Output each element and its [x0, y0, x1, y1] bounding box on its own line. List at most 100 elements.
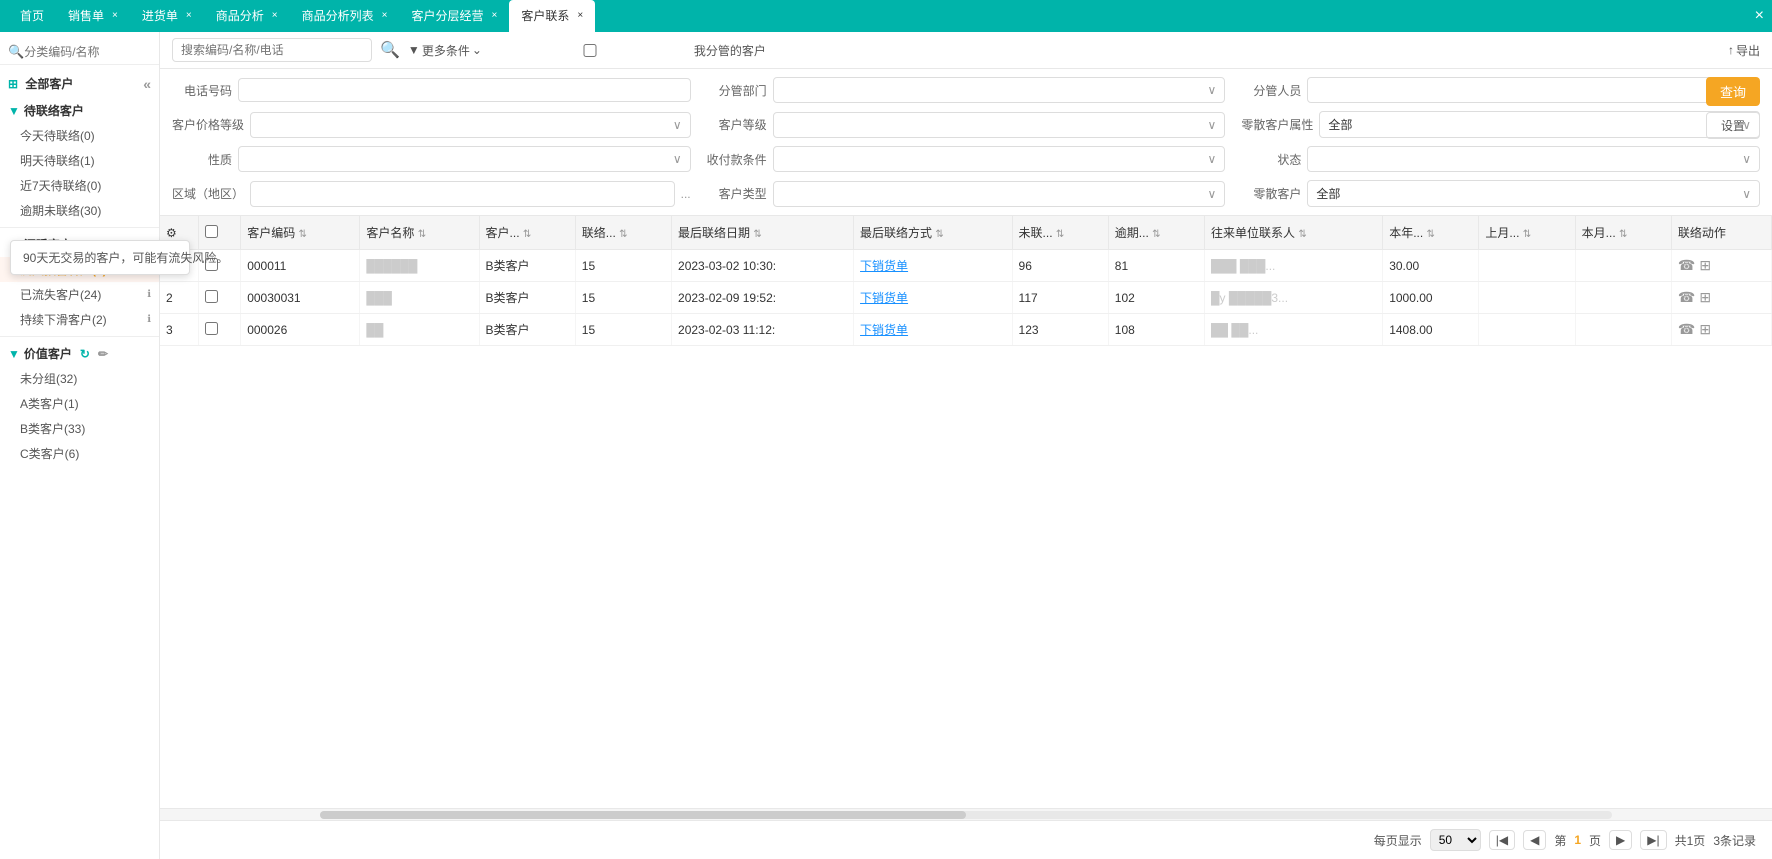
sidebar-item-today[interactable]: 今天待联络(0): [0, 123, 159, 148]
customer-type-select[interactable]: ∨: [773, 181, 1226, 207]
last-page-button[interactable]: ▶|: [1640, 830, 1666, 850]
nature-select[interactable]: ∨: [238, 146, 691, 172]
th-customer-type[interactable]: 客户... ⇅: [479, 216, 575, 250]
close-analysis-list-tab[interactable]: ×: [382, 0, 388, 32]
nav-purchase[interactable]: 进货单 ×: [130, 0, 204, 32]
sidebar-item-tomorrow[interactable]: 明天待联络(1): [0, 148, 159, 173]
more-conditions-button[interactable]: ▼ 更多条件 ⌄: [408, 42, 482, 59]
sidebar-search-icon: 🔍: [8, 44, 24, 60]
person-select[interactable]: [1307, 77, 1744, 103]
status-select[interactable]: ∨: [1307, 146, 1760, 172]
filter-payment: 收付款条件 ∨: [707, 146, 1226, 172]
region-select[interactable]: [250, 181, 675, 207]
dept-select[interactable]: ∨: [773, 77, 1226, 103]
th-customer-name[interactable]: 客户名称 ⇅: [360, 216, 479, 250]
close-sales-tab[interactable]: ×: [112, 0, 118, 32]
phone-input[interactable]: [238, 78, 691, 102]
settings-button[interactable]: 设置: [1706, 112, 1760, 139]
query-button[interactable]: 查询: [1706, 77, 1760, 106]
filter-customer-tier: 客户等级 ∨: [707, 112, 1226, 138]
nav-customer-tier[interactable]: 客户分层经营 ×: [399, 0, 509, 32]
prev-page-button[interactable]: ◀: [1523, 830, 1546, 850]
row-last-month-2: [1479, 314, 1575, 346]
sidebar-section-value[interactable]: ▼ 价值客户 ↻ ✏: [0, 341, 159, 366]
sidebar-item-overdue-contact[interactable]: 逾期未联络(30): [0, 198, 159, 223]
action-more-icon-2[interactable]: ⊞: [1699, 321, 1711, 338]
th-contact-count[interactable]: 联络... ⇅: [575, 216, 671, 250]
th-uncontacted[interactable]: 未联... ⇅: [1012, 216, 1108, 250]
th-overdue[interactable]: 逾期... ⇅: [1108, 216, 1204, 250]
nav-sales[interactable]: 销售单 ×: [56, 0, 130, 32]
th-customer-code[interactable]: 客户编码 ⇅: [241, 216, 360, 250]
row-name-2: ██: [360, 314, 479, 346]
search-input[interactable]: [172, 38, 372, 62]
sidebar-item-churned[interactable]: 已流失客户(24) ℹ: [0, 282, 159, 307]
sidebar-section-pending[interactable]: ▼ 待联络客户: [0, 98, 159, 123]
row-contacts-1: █y █████3...: [1205, 282, 1383, 314]
th-checkbox: [198, 216, 241, 250]
action-more-icon-1[interactable]: ⊞: [1699, 289, 1711, 306]
filter-price-tier: 客户价格等级 ∨: [172, 112, 691, 138]
refresh-icon[interactable]: ↻: [80, 347, 90, 361]
per-page-select[interactable]: 50 100 200: [1430, 829, 1481, 851]
arrow-icon-3: ▼: [8, 347, 20, 361]
close-customer-tier-tab[interactable]: ×: [491, 0, 497, 32]
row-select-2[interactable]: [205, 322, 218, 335]
action-contact-icon-2[interactable]: ☎: [1678, 321, 1695, 338]
last-method-link-2[interactable]: 下销货单: [860, 323, 908, 337]
next-page-button[interactable]: ▶: [1609, 830, 1632, 850]
sidebar-item-7days[interactable]: 近7天待联络(0): [0, 173, 159, 198]
close-analysis-tab[interactable]: ×: [272, 0, 278, 32]
close-customer-contact-tab[interactable]: ×: [577, 0, 583, 32]
th-last-month[interactable]: 上月... ⇅: [1479, 216, 1575, 250]
my-customers-checkbox[interactable]: [490, 44, 690, 57]
row-this-year-1: 1000.00: [1383, 282, 1479, 314]
payment-select[interactable]: ∨: [773, 146, 1226, 172]
sidebar-item-declining[interactable]: 持续下滑客户(2) ℹ: [0, 307, 159, 332]
nav-customer-contact[interactable]: 客户联系 ×: [509, 0, 595, 32]
customer-tier-select[interactable]: ∨: [773, 112, 1226, 138]
row-select-1[interactable]: [205, 290, 218, 303]
row-index-1: 2: [160, 282, 198, 314]
window-close-button[interactable]: ×: [1755, 7, 1764, 25]
action-contact-icon-0[interactable]: ☎: [1678, 257, 1695, 274]
export-button[interactable]: ↑ 导出: [1728, 42, 1760, 59]
scattered-attr-select[interactable]: 全部 ∨: [1319, 111, 1760, 138]
select-all-checkbox[interactable]: [205, 225, 218, 238]
nav-home[interactable]: 首页: [8, 0, 56, 32]
scrollbar-track: [320, 811, 1612, 819]
table-header-row: ⚙ 客户编码 ⇅ 客户名称 ⇅ 客户... ⇅ 联络... ⇅ 最后联络日期 ⇅…: [160, 216, 1772, 250]
search-button[interactable]: 🔍: [380, 40, 400, 60]
sidebar-search-input[interactable]: [24, 45, 160, 59]
last-method-link-0[interactable]: 下销货单: [860, 259, 908, 273]
region-dots[interactable]: ...: [681, 187, 691, 201]
horizontal-scrollbar[interactable]: [160, 808, 1772, 820]
dept-arrow-icon: ∨: [1208, 83, 1217, 97]
th-contacts[interactable]: 往来单位联系人 ⇅: [1205, 216, 1383, 250]
arrow-icon: ▼: [8, 104, 20, 118]
first-page-button[interactable]: |◀: [1489, 830, 1515, 850]
last-method-link-1[interactable]: 下销货单: [860, 291, 908, 305]
edit-icon[interactable]: ✏: [98, 347, 108, 361]
scattered-select[interactable]: 全部 ∨: [1307, 180, 1760, 207]
scrollbar-thumb: [320, 811, 966, 819]
th-this-year[interactable]: 本年... ⇅: [1383, 216, 1479, 250]
th-this-month[interactable]: 本月... ⇅: [1575, 216, 1671, 250]
row-contacts-0: ███ ███...: [1205, 250, 1383, 282]
nav-analysis-list[interactable]: 商品分析列表 ×: [290, 0, 400, 32]
nav-analysis[interactable]: 商品分析 ×: [204, 0, 290, 32]
close-purchase-tab[interactable]: ×: [186, 0, 192, 32]
action-more-icon-0[interactable]: ⊞: [1699, 257, 1711, 274]
sidebar-item-class-c[interactable]: C类客户(6): [0, 441, 159, 466]
row-contact-1: 15: [575, 282, 671, 314]
action-contact-icon-1[interactable]: ☎: [1678, 289, 1695, 306]
sidebar-item-ungrouped[interactable]: 未分组(32): [0, 366, 159, 391]
filter-bar: 🔍 ▼ 更多条件 ⌄ 我分管的客户 ↑ 导出: [160, 32, 1772, 69]
row-actions-1: ☎ ⊞: [1671, 282, 1771, 314]
th-last-contact-date[interactable]: 最后联络日期 ⇅: [672, 216, 854, 250]
sidebar-item-class-b[interactable]: B类客户(33): [0, 416, 159, 441]
sidebar-all-customers[interactable]: ⊞ 全部客户 «: [0, 69, 159, 98]
price-tier-select[interactable]: ∨: [250, 112, 691, 138]
th-last-contact-method[interactable]: 最后联络方式 ⇅: [854, 216, 1013, 250]
sidebar-item-class-a[interactable]: A类客户(1): [0, 391, 159, 416]
